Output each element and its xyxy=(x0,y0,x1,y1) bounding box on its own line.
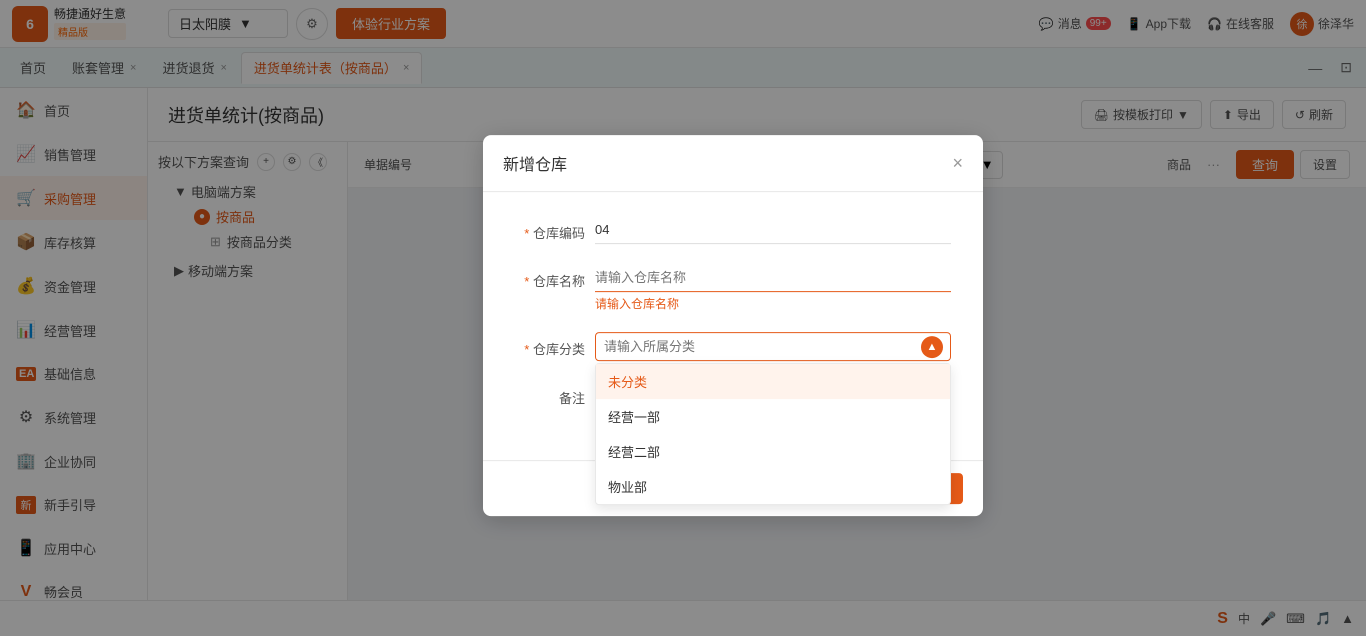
warehouse-code-label: * 仓库编码 xyxy=(515,216,595,242)
warehouse-category-select-wrap: ▲ 未分类 经营一部 经营二部 物业部 xyxy=(595,332,951,361)
warehouse-code-row: * 仓库编码 xyxy=(515,216,951,244)
warehouse-code-control xyxy=(595,216,951,244)
category-dropdown-list: 未分类 经营一部 经营二部 物业部 xyxy=(595,363,951,505)
modal-header: 新增仓库 × xyxy=(483,135,983,192)
warehouse-category-control: ▲ 未分类 经营一部 经营二部 物业部 xyxy=(595,332,951,361)
warehouse-name-error: 请输入仓库名称 xyxy=(595,295,951,312)
warehouse-category-label: * 仓库分类 xyxy=(515,332,595,358)
warehouse-category-input[interactable] xyxy=(595,332,951,361)
category-dropdown-arrow[interactable]: ▲ xyxy=(921,336,943,358)
add-warehouse-modal: 新增仓库 × * 仓库编码 * 仓库名称 请输入仓库名称 xyxy=(483,135,983,516)
warehouse-name-row: * 仓库名称 请输入仓库名称 xyxy=(515,264,951,312)
note-label: 备注 xyxy=(515,381,595,407)
dropdown-item-operations1[interactable]: 经营一部 xyxy=(596,399,950,434)
dropdown-item-operations2[interactable]: 经营二部 xyxy=(596,434,950,469)
modal-title: 新增仓库 xyxy=(503,151,567,175)
warehouse-name-input[interactable] xyxy=(595,264,951,292)
warehouse-code-input[interactable] xyxy=(595,216,951,244)
warehouse-name-control: 请输入仓库名称 xyxy=(595,264,951,312)
modal-body: * 仓库编码 * 仓库名称 请输入仓库名称 * 仓库分类 xyxy=(483,192,983,460)
modal-close-button[interactable]: × xyxy=(952,154,963,172)
dropdown-item-property[interactable]: 物业部 xyxy=(596,469,950,504)
dropdown-item-uncategorized[interactable]: 未分类 xyxy=(596,364,950,399)
warehouse-category-row: * 仓库分类 ▲ 未分类 经营一部 经营二部 物业部 xyxy=(515,332,951,361)
warehouse-name-label: * 仓库名称 xyxy=(515,264,595,290)
